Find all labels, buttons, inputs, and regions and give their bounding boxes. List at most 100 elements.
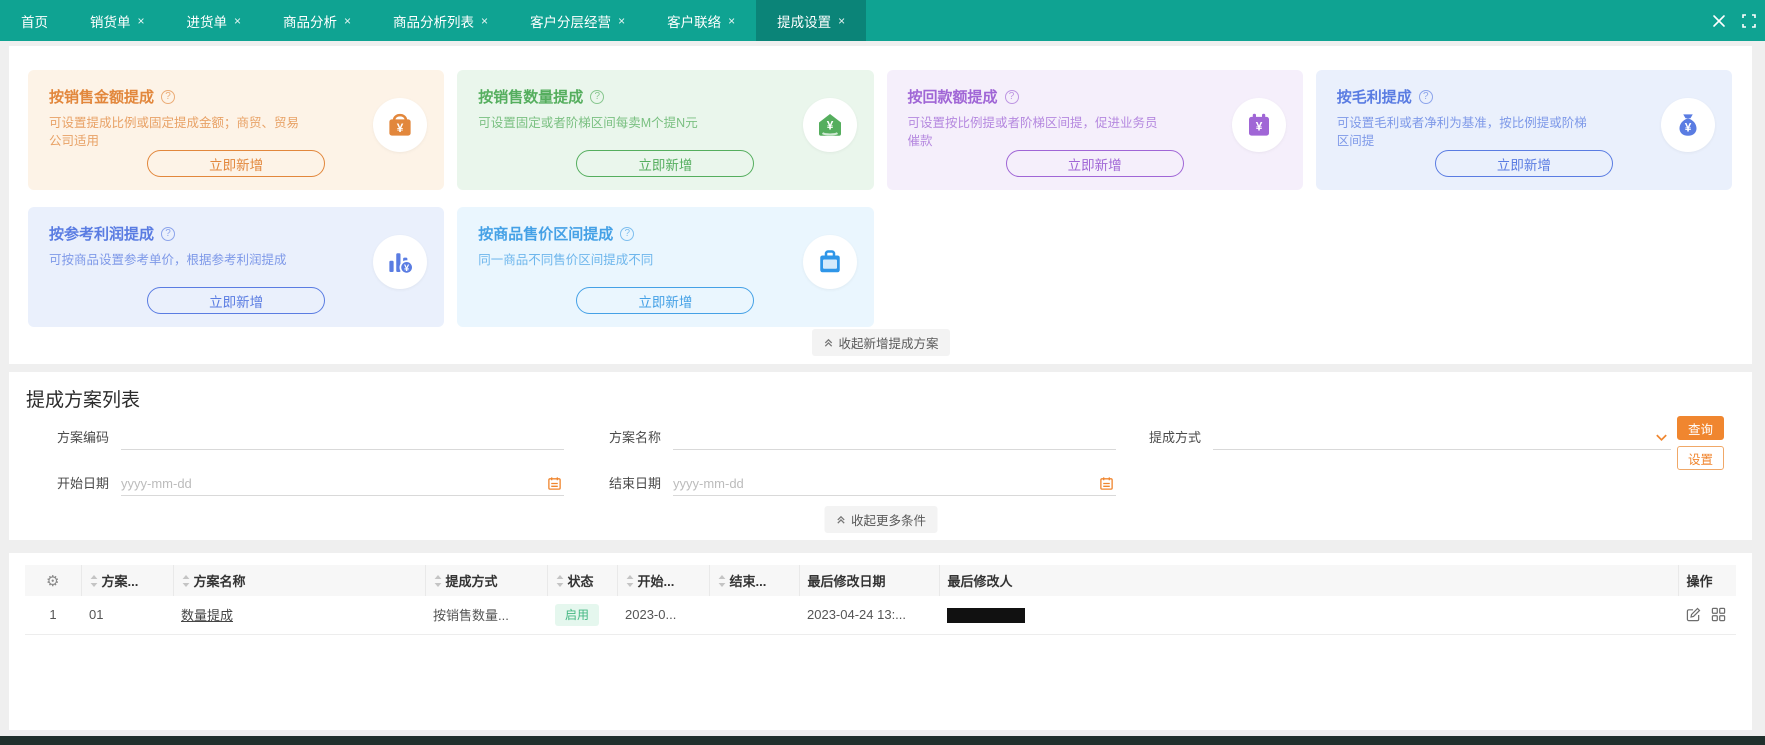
svg-text:¥: ¥ (397, 121, 404, 135)
column-header: 结束... (729, 574, 767, 589)
tab-close-icon[interactable]: × (618, 15, 625, 27)
collapse-more-filters-button[interactable]: 收起更多条件 (823, 506, 938, 533)
add-now-button[interactable]: 立即新增 (576, 287, 755, 314)
fullscreen-icon[interactable] (1741, 13, 1757, 29)
column-settings-gear-icon[interactable]: ⚙ (46, 573, 59, 590)
plan-table: ⚙ 方案... 方案名称 提成方式 状态 开始... 结束... 最后修改日期 … (25, 565, 1736, 635)
briefcase-icon (802, 235, 857, 289)
scheme-code-input[interactable] (121, 426, 564, 448)
column-header: 方案... (101, 574, 139, 589)
tab-home[interactable]: 首页 (0, 0, 69, 41)
tab-label: 商品分析 (283, 14, 338, 30)
tab-close-icon[interactable]: × (344, 15, 351, 27)
commission-type-select[interactable] (1213, 426, 1671, 448)
scheme-code-field-group: 方案编码 (57, 424, 564, 450)
sort-icon[interactable] (718, 574, 726, 587)
scheme-name-input[interactable] (673, 426, 1116, 448)
tab-commission-settings[interactable]: 提成设置 × (756, 0, 867, 41)
help-icon[interactable]: ? (620, 226, 635, 241)
help-icon[interactable]: ? (1418, 89, 1433, 104)
tab-customer-contact[interactable]: 客户联络 × (646, 0, 756, 41)
page-title: 提成方案列表 (26, 390, 141, 411)
sort-icon[interactable] (90, 574, 98, 587)
add-now-button[interactable]: 立即新增 (576, 150, 755, 177)
calendar-icon[interactable] (547, 476, 562, 491)
card-gross-profit-commission: 按毛利提成? 可设置毛利或者净利为基准，按比例提或阶梯区间提 立即新增 ¥ (1315, 70, 1732, 190)
tab-product-analysis[interactable]: 商品分析 × (262, 0, 372, 41)
svg-text:¥: ¥ (1685, 121, 1692, 135)
sort-icon[interactable] (434, 574, 442, 587)
card-title: 按销售数量提成 (478, 89, 584, 106)
status-badge: 启用 (555, 603, 600, 626)
card-title: 按参考利润提成 (49, 226, 155, 243)
card-title: 按销售金额提成 (49, 89, 155, 106)
tab-close-icon[interactable]: × (838, 15, 845, 27)
cell-scheme-code: 01 (81, 596, 173, 635)
add-now-button[interactable]: 立即新增 (1005, 150, 1184, 177)
calendar-yen-icon: ¥ (1231, 98, 1286, 152)
help-icon[interactable]: ? (1004, 89, 1019, 104)
start-date-input[interactable] (121, 472, 564, 494)
row-actions (1686, 607, 1728, 622)
end-date-input[interactable] (673, 472, 1116, 494)
end-date-field-group: 结束日期 (609, 470, 1116, 496)
card-title: 按商品售价区间提成 (478, 226, 614, 243)
cell-end-date (709, 596, 799, 635)
tab-label: 首页 (21, 14, 48, 30)
collapse-label: 收起更多条件 (850, 514, 927, 528)
collapse-new-plans-button[interactable]: 收起新增提成方案 (811, 329, 950, 356)
tab-label: 客户分层经营 (530, 14, 612, 30)
commission-type-field-group: 提成方式 (1149, 424, 1671, 450)
commission-type-label: 提成方式 (1149, 430, 1202, 445)
svg-text:¥: ¥ (1255, 120, 1262, 134)
add-now-button[interactable]: 立即新增 (1434, 150, 1613, 177)
column-header: 提成方式 (445, 574, 498, 589)
tab-label: 销货单 (90, 14, 131, 30)
search-button[interactable]: 查询 (1677, 416, 1724, 440)
scheme-name-link[interactable]: 数量提成 (181, 608, 233, 623)
cell-commission-type: 按销售数量... (425, 596, 547, 635)
tab-close-icon[interactable]: × (138, 15, 145, 27)
card-price-range-commission: 按商品售价区间提成? 同一商品不同售价区间提成不同 立即新增 (457, 207, 874, 327)
card-description: 可设置按比例提或者阶梯区间提，促进业务员催款 (907, 116, 1158, 149)
grid-icon[interactable] (1711, 607, 1726, 622)
sort-icon[interactable] (626, 574, 634, 587)
column-header: 方案名称 (193, 574, 246, 589)
tab-customer-segmentation[interactable]: 客户分层经营 × (509, 0, 646, 41)
settings-button[interactable]: 设置 (1677, 446, 1724, 470)
svg-text:¥: ¥ (404, 263, 410, 273)
column-header: 最后修改人 (947, 574, 1013, 589)
card-description: 可设置提成比例或固定提成金额；商贸、贸易公司适用 (49, 116, 300, 149)
help-icon[interactable]: ? (161, 89, 176, 104)
calendar-icon[interactable] (1099, 476, 1114, 491)
edit-icon[interactable] (1686, 607, 1701, 622)
sort-icon[interactable] (182, 574, 190, 587)
tab-product-analysis-list[interactable]: 商品分析列表 × (372, 0, 509, 41)
tab-purchase-invoice[interactable]: 进货单 × (166, 0, 263, 41)
card-reference-profit-commission: 按参考利润提成? 可按商品设置参考单价，根据参考利润提成 立即新增 ¥ (28, 207, 445, 327)
tab-bar: 首页 销货单 × 进货单 × 商品分析 × 商品分析列表 × 客户分层经营 × 客户联络 ×… (0, 0, 1765, 41)
cell-start-date: 2023-0... (617, 596, 709, 635)
close-icon[interactable] (1711, 13, 1727, 29)
help-icon[interactable]: ? (161, 226, 176, 241)
plan-table-panel: ⚙ 方案... 方案名称 提成方式 状态 开始... 结束... 最后修改日期 … (9, 553, 1752, 730)
tab-close-icon[interactable]: × (728, 15, 735, 27)
card-title: 按回款额提成 (907, 89, 998, 106)
tab-sales-invoice[interactable]: 销货单 × (69, 0, 166, 41)
column-header: 开始... (637, 574, 675, 589)
add-now-button[interactable]: 立即新增 (147, 287, 326, 314)
table-row[interactable]: 1 01 数量提成 按销售数量... 启用 2023-0... 2023-04-… (25, 596, 1736, 635)
card-sales-amount-commission: 按销售金额提成? 可设置提成比例或固定提成金额；商贸、贸易公司适用 立即新增 ¥ (28, 70, 445, 190)
chevron-down-icon[interactable] (1654, 430, 1669, 445)
tab-close-icon[interactable]: × (481, 15, 488, 27)
filter-buttons: 查询 设置 (1677, 416, 1724, 470)
tab-close-icon[interactable]: × (234, 15, 241, 27)
card-sales-quantity-commission: 按销售数量提成? 可设置固定或者阶梯区间每卖M个提N元 立即新增 ¥ (457, 70, 874, 190)
help-icon[interactable]: ? (590, 89, 605, 104)
row-index: 1 (25, 596, 81, 635)
tab-label: 进货单 (186, 14, 228, 30)
add-now-button[interactable]: 立即新增 (147, 150, 326, 177)
scheme-code-label: 方案编码 (57, 430, 110, 445)
sort-icon[interactable] (556, 574, 564, 587)
card-description: 同一商品不同售价区间提成不同 (478, 253, 654, 267)
